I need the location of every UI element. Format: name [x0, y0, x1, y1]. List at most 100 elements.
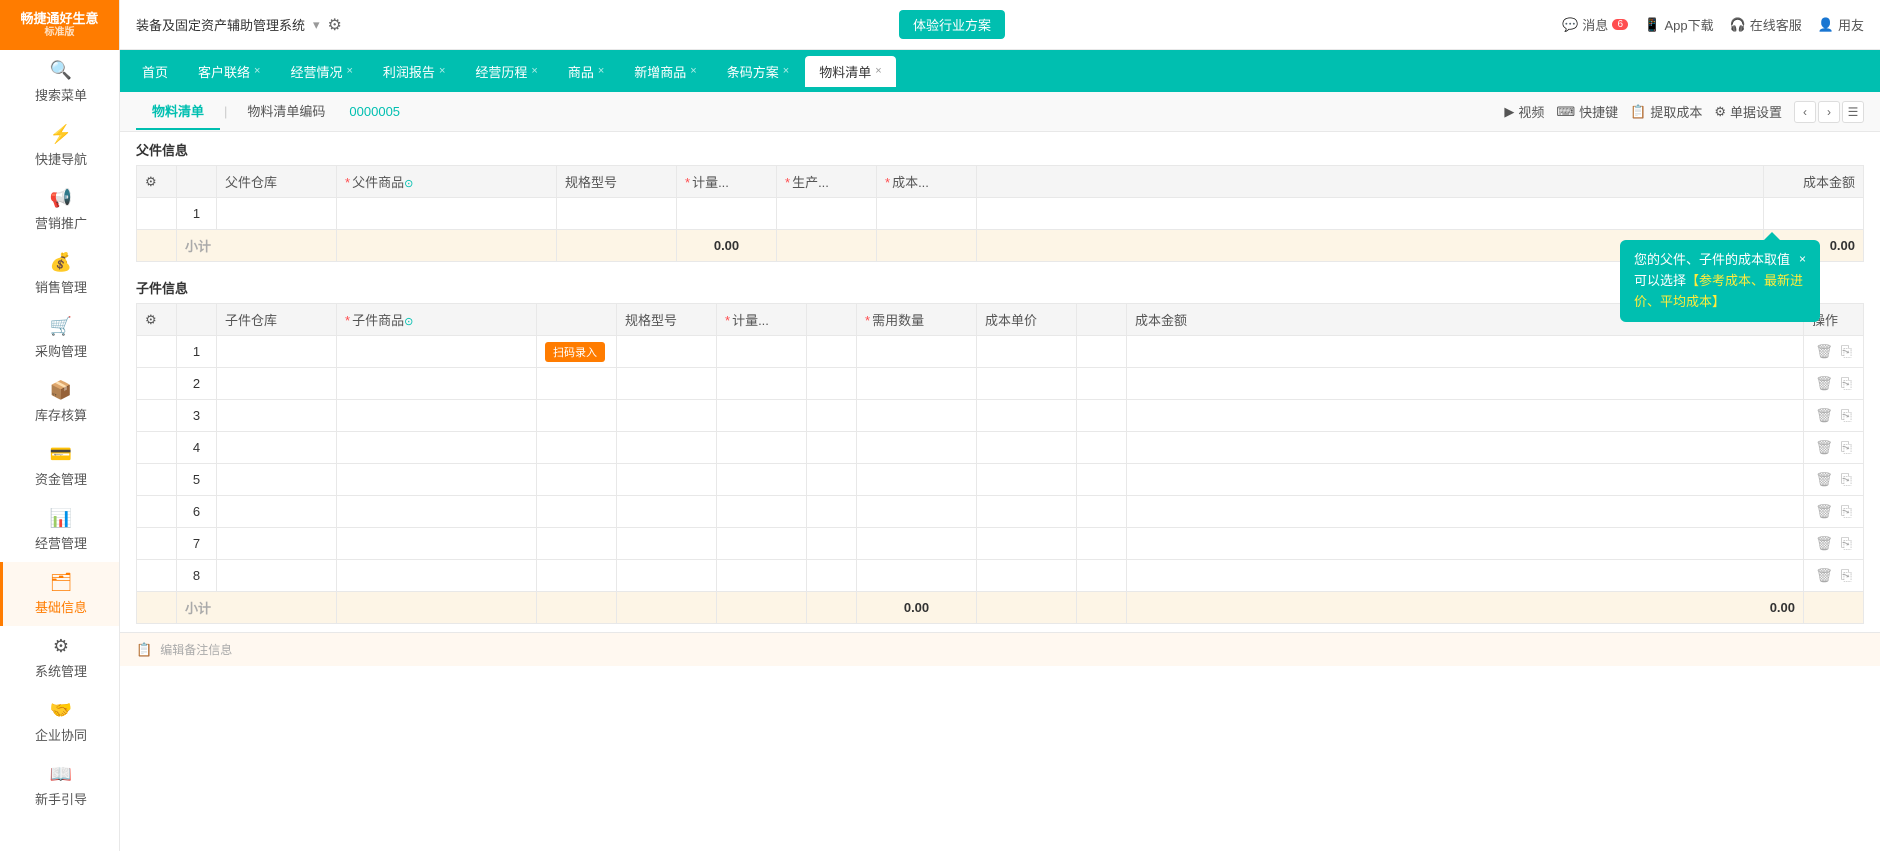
message-item[interactable]: 💬 消息 6	[1562, 15, 1628, 34]
child-row4-spec[interactable]	[617, 432, 717, 464]
child-row3-unit-cost[interactable]	[977, 400, 1077, 432]
shortcut-btn[interactable]: ⌨ 快捷键	[1556, 102, 1618, 121]
delete-icon[interactable]: 🗑	[1815, 375, 1833, 391]
child-row6-warehouse[interactable]	[217, 496, 337, 528]
nav-next[interactable]: ›	[1818, 101, 1840, 123]
child-settings-gear-icon[interactable]: ⚙	[145, 312, 157, 327]
tab-goods[interactable]: 商品 ×	[554, 56, 618, 87]
child-row1-unit-cost[interactable]	[977, 336, 1077, 368]
copy-icon[interactable]: ⎘	[1841, 439, 1852, 455]
tab-history-close[interactable]: ×	[531, 65, 537, 77]
video-btn[interactable]: ▶ 视频	[1504, 102, 1544, 121]
sidebar-item-search[interactable]: 🔍 搜索菜单	[0, 50, 119, 114]
tab-customer[interactable]: 客户联络 ×	[184, 56, 274, 87]
child-row4-unit-cost[interactable]	[977, 432, 1077, 464]
delete-icon[interactable]: 🗑	[1815, 439, 1833, 455]
sidebar-item-business[interactable]: 📊 经营管理	[0, 498, 119, 562]
child-row2-qty[interactable]	[857, 368, 977, 400]
child-row2-unit[interactable]	[717, 368, 807, 400]
copy-icon[interactable]: ⎘	[1841, 375, 1852, 391]
parent-row1-production[interactable]	[777, 198, 877, 230]
tab-bom-close[interactable]: ×	[875, 65, 881, 77]
child-row1-product[interactable]	[337, 336, 537, 368]
child-row5-qty[interactable]	[857, 464, 977, 496]
sidebar-item-marketing[interactable]: 📢 营销推广	[0, 178, 119, 242]
sidebar-item-sales[interactable]: 💰 销售管理	[0, 242, 119, 306]
child-row7-unit[interactable]	[717, 528, 807, 560]
child-row7-product[interactable]	[337, 528, 537, 560]
child-row2-product[interactable]	[337, 368, 537, 400]
online-service-item[interactable]: 🎧 在线客服	[1730, 15, 1802, 34]
tab-customer-close[interactable]: ×	[254, 65, 260, 77]
child-row5-warehouse[interactable]	[217, 464, 337, 496]
child-row6-unit[interactable]	[717, 496, 807, 528]
child-row7-spec[interactable]	[617, 528, 717, 560]
child-row8-warehouse[interactable]	[217, 560, 337, 592]
sidebar-item-basic[interactable]: 🗂 基础信息	[0, 562, 119, 626]
child-row4-unit[interactable]	[717, 432, 807, 464]
parent-row1-unit[interactable]	[677, 198, 777, 230]
child-row5-unit-cost[interactable]	[977, 464, 1077, 496]
tooltip-close-btn[interactable]: ×	[1799, 250, 1806, 269]
child-row8-product[interactable]	[337, 560, 537, 592]
tab-operation[interactable]: 经营情况 ×	[276, 56, 366, 87]
child-row4-warehouse[interactable]	[217, 432, 337, 464]
child-row8-unit[interactable]	[717, 560, 807, 592]
scan-btn[interactable]: 扫码录入	[545, 342, 605, 362]
settings-gear-icon[interactable]: ⚙	[145, 174, 157, 189]
parent-row1-cost[interactable]	[877, 198, 977, 230]
copy-icon[interactable]: ⎘	[1841, 471, 1852, 487]
child-row2-unit-cost[interactable]	[977, 368, 1077, 400]
child-row1-warehouse[interactable]	[217, 336, 337, 368]
child-row1-spec[interactable]	[617, 336, 717, 368]
child-row1-unit[interactable]	[717, 336, 807, 368]
sidebar-item-finance[interactable]: 💳 资金管理	[0, 434, 119, 498]
extract-cost-btn[interactable]: 📋 提取成本	[1630, 102, 1702, 121]
tab-goods-close[interactable]: ×	[598, 65, 604, 77]
copy-icon[interactable]: ⎘	[1841, 535, 1852, 551]
delete-icon[interactable]: 🗑	[1815, 535, 1833, 551]
child-row7-unit-cost[interactable]	[977, 528, 1077, 560]
child-row1-qty[interactable]	[857, 336, 977, 368]
receipt-settings-btn[interactable]: ⚙ 单据设置	[1714, 102, 1782, 121]
nav-prev[interactable]: ‹	[1794, 101, 1816, 123]
copy-icon[interactable]: ⎘	[1841, 407, 1852, 423]
child-row6-spec[interactable]	[617, 496, 717, 528]
child-row7-warehouse[interactable]	[217, 528, 337, 560]
trial-button[interactable]: 体验行业方案	[899, 10, 1005, 39]
app-download-item[interactable]: 📱 App下载	[1644, 15, 1713, 34]
delete-icon[interactable]: 🗑	[1815, 343, 1833, 359]
child-row6-unit-cost[interactable]	[977, 496, 1077, 528]
tab-operation-close[interactable]: ×	[346, 65, 352, 77]
child-row6-product[interactable]	[337, 496, 537, 528]
child-row7-qty[interactable]	[857, 528, 977, 560]
tab-profit[interactable]: 利润报告 ×	[369, 56, 459, 87]
tab-profit-close[interactable]: ×	[439, 65, 445, 77]
sidebar-item-inventory[interactable]: 📦 库存核算	[0, 370, 119, 434]
child-row5-unit[interactable]	[717, 464, 807, 496]
tab-history[interactable]: 经营历程 ×	[461, 56, 551, 87]
nav-menu[interactable]: ☰	[1842, 101, 1864, 123]
child-row2-warehouse[interactable]	[217, 368, 337, 400]
child-row8-spec[interactable]	[617, 560, 717, 592]
parent-row1-product[interactable]	[337, 198, 557, 230]
sidebar-item-purchase[interactable]: 🛒 采购管理	[0, 306, 119, 370]
child-row6-qty[interactable]	[857, 496, 977, 528]
child-row8-unit-cost[interactable]	[977, 560, 1077, 592]
child-row8-qty[interactable]	[857, 560, 977, 592]
parent-row1-warehouse[interactable]	[217, 198, 337, 230]
tab-new-goods-close[interactable]: ×	[690, 65, 696, 77]
delete-icon[interactable]: 🗑	[1815, 471, 1833, 487]
sidebar-item-system[interactable]: ⚙ 系统管理	[0, 626, 119, 690]
tab-barcode[interactable]: 条码方案 ×	[713, 56, 803, 87]
copy-icon[interactable]: ⎘	[1841, 503, 1852, 519]
copy-icon[interactable]: ⎘	[1841, 343, 1852, 359]
copy-icon[interactable]: ⎘	[1841, 567, 1852, 583]
sidebar-item-quicknav[interactable]: ⚡ 快捷导航	[0, 114, 119, 178]
child-row5-product[interactable]	[337, 464, 537, 496]
child-row4-product[interactable]	[337, 432, 537, 464]
delete-icon[interactable]: 🗑	[1815, 567, 1833, 583]
tab-home[interactable]: 首页	[128, 56, 182, 87]
subtab-bom[interactable]: 物料清单	[136, 93, 220, 130]
user-item[interactable]: 👤 用友	[1818, 15, 1864, 34]
